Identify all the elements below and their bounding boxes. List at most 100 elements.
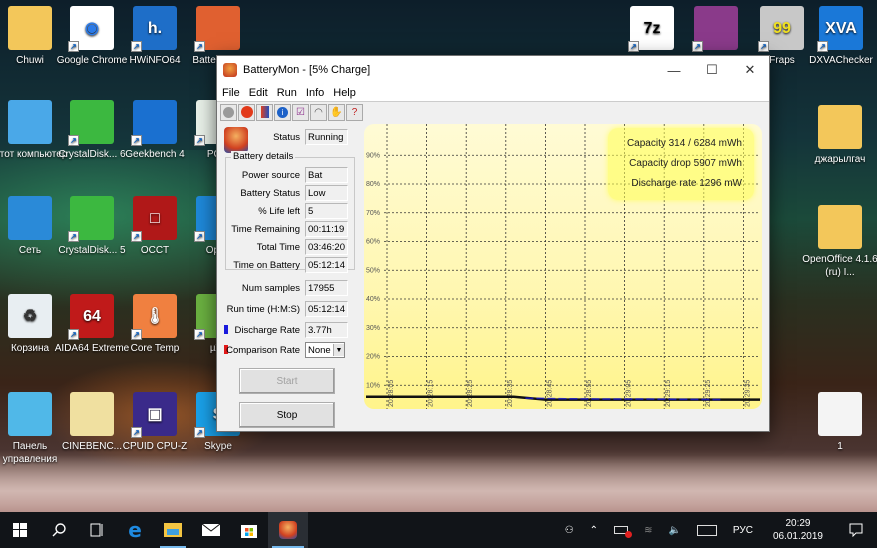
wallpaper-snow — [0, 455, 877, 515]
shortcut-arrow-icon: ↗ — [194, 231, 205, 242]
shortcut-arrow-icon: ↗ — [68, 231, 79, 242]
num-samples-row: Num samples 17955 — [217, 280, 357, 296]
batterymon-taskbar-icon[interactable] — [268, 512, 308, 548]
comparison-rate-row: Comparison Rate None ▼ — [217, 342, 357, 358]
x-tick-label: 20:28:05 — [388, 380, 395, 407]
maximize-button[interactable]: ☐ — [693, 56, 731, 84]
battery-detail-row: Time Remaining 00:11:19 — [217, 221, 357, 237]
comparison-rate-label: Comparison Rate — [226, 344, 300, 356]
y-tick-label: 40% — [366, 296, 380, 303]
clock-time: 20:29 — [785, 518, 811, 529]
battery-detail-value: Bat — [305, 167, 348, 183]
store-icon[interactable] — [230, 512, 268, 548]
recycle-bin-icon: ♻ — [8, 294, 52, 338]
discharge-rate-label: Discharge Rate — [234, 324, 300, 336]
desktop-icon[interactable]: 1 — [800, 392, 877, 453]
gauge-icon[interactable]: ◠ — [310, 103, 327, 121]
system-tray: ⚇ ⌃ ≋ 🔈 РУС 20:29 06.01.2019 — [557, 512, 877, 548]
batterymon-window: BatteryMon - [5% Charge] — ☐ ✕ File Edit… — [216, 55, 770, 432]
comparison-rate-select[interactable]: None ▼ — [305, 342, 345, 358]
battery-status-icon[interactable] — [606, 526, 636, 538]
cpuz-icon: ▣ ↗ — [131, 392, 177, 438]
battery-detail-value: 00:11:19 — [305, 221, 348, 237]
num-samples-label: Num samples — [241, 282, 300, 294]
keyboard-icon[interactable] — [689, 524, 725, 536]
capacity-annotation: Capacity 314 / 6284 mWh — [626, 138, 742, 149]
occt-icon: □ ↗ — [131, 196, 177, 242]
checklist-icon[interactable]: ☑ — [292, 103, 309, 121]
search-icon[interactable] — [40, 512, 78, 548]
shortcut-arrow-icon: ↗ — [758, 41, 769, 52]
desktop-icon-label: 1 — [837, 441, 843, 452]
language-indicator[interactable]: РУС — [725, 525, 761, 536]
menu-run[interactable]: Run — [276, 87, 303, 99]
battery-detail-row: Time on Battery 05:12:14 — [217, 257, 357, 273]
chrome-icon: ◉ ↗ — [68, 6, 114, 52]
shortcut-arrow-icon: ↗ — [194, 427, 205, 438]
7zip-icon: 7z ↗ — [628, 6, 674, 52]
menu-edit[interactable]: Edit — [248, 87, 274, 99]
desktop-icon[interactable]: джарылгач — [800, 105, 877, 166]
chevron-down-icon[interactable]: ▼ — [333, 344, 344, 356]
computer-icon — [8, 100, 52, 144]
info-icon[interactable]: i — [274, 103, 291, 121]
run-time-label: Run time (H:M:S) — [226, 303, 300, 315]
volume-icon[interactable]: 🔈 — [660, 525, 688, 536]
x-tick-label: 20:28:55 — [586, 380, 593, 407]
battery-detail-row: % Life left 5 — [217, 203, 357, 219]
start-button-icon[interactable] — [0, 512, 40, 548]
cinebench-icon — [70, 392, 114, 436]
battery-detail-value: 5 — [305, 203, 348, 219]
x-tick-label: 20:29:35 — [744, 380, 751, 407]
mail-icon[interactable] — [192, 512, 230, 548]
desktop-icon-label: Skype — [204, 441, 232, 452]
file-explorer-icon[interactable] — [154, 512, 192, 548]
start-button[interactable]: Start — [239, 368, 335, 394]
x-tick-label: 20:29:25 — [705, 380, 712, 407]
desktop-icon[interactable]: OpenOffice 4.1.6 (ru) I... — [800, 205, 877, 279]
close-button[interactable]: ✕ — [731, 56, 769, 84]
minimize-button[interactable]: — — [655, 56, 693, 84]
edge-icon[interactable]: e — [116, 512, 154, 548]
winrar-icon: ↗ — [692, 6, 738, 52]
title-bar[interactable]: BatteryMon - [5% Charge] — ☐ ✕ — [217, 56, 769, 84]
desktop-icon-label: DXVAChecker — [809, 55, 873, 66]
stop-icon[interactable] — [238, 103, 255, 121]
menu-file[interactable]: File — [221, 87, 246, 99]
desktop-icon-label: джарылгач — [814, 154, 866, 165]
shortcut-arrow-icon: ↗ — [817, 41, 828, 52]
aida64-icon: 64 ↗ — [68, 294, 114, 340]
menu-info[interactable]: Info — [305, 87, 330, 99]
wifi-icon[interactable]: ≋ — [636, 525, 660, 536]
taskbar: e ⚇ ⌃ ≋ 🔈 РУС 20:29 06.01.2019 — [0, 512, 877, 548]
y-tick-label: 10% — [366, 382, 380, 389]
battery-detail-value: Low — [305, 185, 348, 201]
hand-icon[interactable]: ✋ — [328, 103, 345, 121]
x-tick-label: 20:28:35 — [507, 380, 514, 407]
shortcut-arrow-icon: ↗ — [131, 231, 142, 242]
shortcut-arrow-icon: ↗ — [194, 41, 205, 52]
y-tick-label: 90% — [366, 152, 380, 159]
stop-button[interactable]: Stop — [239, 402, 335, 428]
start-icon[interactable] — [220, 103, 237, 121]
help-icon[interactable]: ? — [346, 103, 363, 121]
battery-detail-row: Power source Bat — [217, 167, 357, 183]
action-center-icon[interactable] — [835, 523, 877, 537]
menu-help[interactable]: Help — [332, 87, 362, 99]
clock[interactable]: 20:29 06.01.2019 — [761, 517, 835, 543]
text-file-icon — [818, 392, 862, 436]
battery-icon[interactable] — [256, 103, 273, 121]
desktop-icon[interactable]: XVA ↗ DXVAChecker — [801, 6, 877, 67]
task-view-icon[interactable] — [78, 512, 116, 548]
x-tick-label: 20:29:05 — [626, 380, 633, 407]
shortcut-arrow-icon: ↗ — [131, 41, 142, 52]
show-hidden-icons-chevron-icon[interactable]: ⌃ — [582, 525, 606, 536]
shortcut-arrow-icon: ↗ — [131, 427, 142, 438]
status-label: Status — [273, 131, 300, 143]
people-icon[interactable]: ⚇ — [557, 525, 582, 536]
toolbar: i ☑ ◠ ✋ ? — [217, 102, 769, 122]
chart-info-box: Capacity 314 / 6284 mWh Capacity drop 59… — [608, 128, 754, 200]
shortcut-arrow-icon: ↗ — [68, 41, 79, 52]
batterymon-app-icon — [223, 63, 237, 77]
status-row: Status Running — [217, 129, 357, 145]
